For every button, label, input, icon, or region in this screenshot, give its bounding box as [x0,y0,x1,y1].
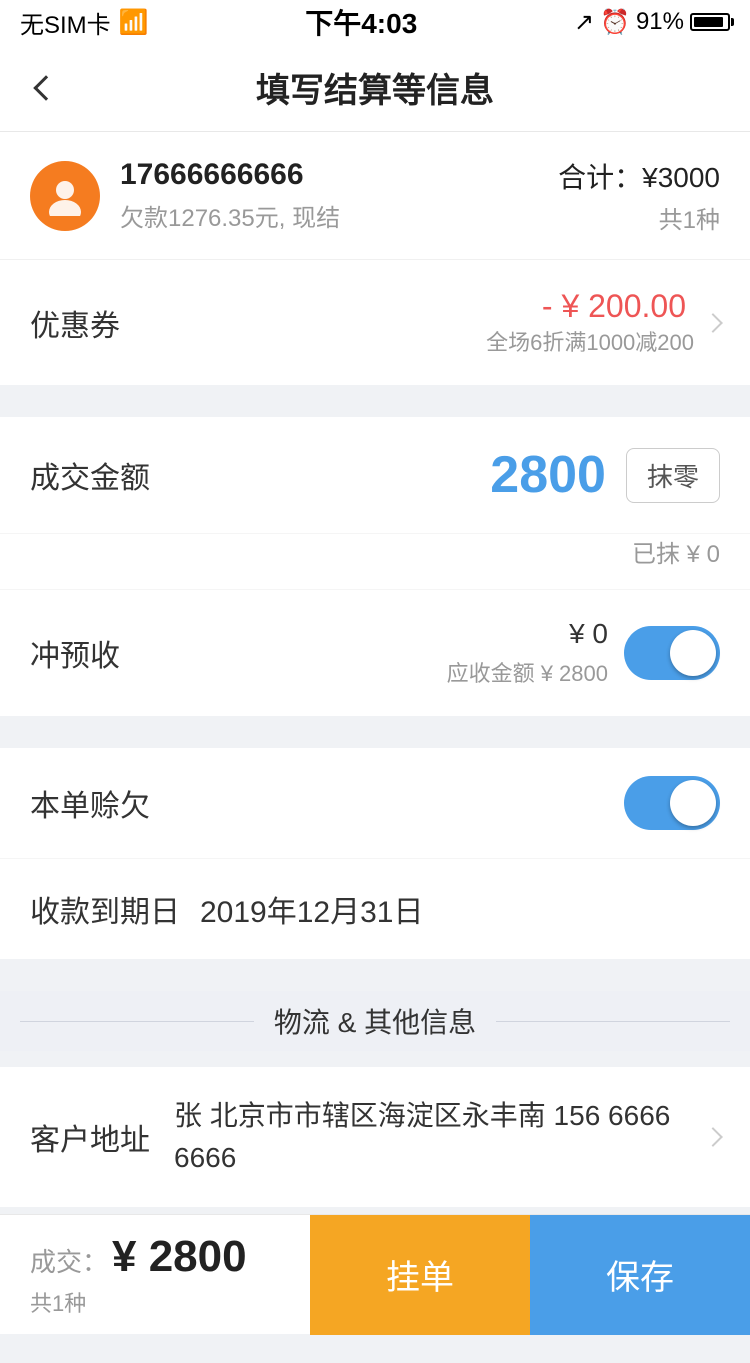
wifi-icon: 📶 [119,8,149,37]
deal-amount-row: 成交金额 2800 抹零 已抹 ¥ 0 [0,417,750,589]
customer-info: 17666666666 欠款1276.35元, 现结 [120,158,558,233]
coupon-discount: - ¥ 200.00 [486,288,686,325]
status-bar: 无SIM卡 📶 下午4:03 ↗ ⏰ 91% [0,0,750,44]
bottom-deal-label: 成交： [30,1242,108,1279]
page-title: 填写结算等信息 [256,63,494,112]
bottom-bar: 成交： ¥ 2800 共1种 挂单 保存 [0,1214,750,1334]
coupon-right: - ¥ 200.00 全场6折满1000减200 [486,288,720,357]
avatar-icon [45,176,85,216]
prepay-toggle-knob [670,630,716,676]
deal-amount-number: 2800 [490,445,606,505]
section-divider: 物流 & 其他信息 [0,991,750,1051]
coupon-desc: 全场6折满1000减200 [486,325,694,357]
carrier-text: 无SIM卡 [20,5,111,40]
bottom-count: 共1种 [30,1286,280,1318]
deal-amount-card: 成交金额 2800 抹零 已抹 ¥ 0 冲预收 ¥ 0 应收金额 ¥ 2800 [0,417,750,716]
avatar [30,161,100,231]
prepay-toggle[interactable] [624,626,720,680]
save-button[interactable]: 保存 [530,1215,750,1335]
bottom-summary: 成交： ¥ 2800 共1种 [0,1232,310,1318]
separator-2 [0,732,750,748]
battery-percent: 91% [636,8,684,36]
debt-toggle[interactable] [624,776,720,830]
separator-1 [0,401,750,417]
deal-amount-sub-row: 已抹 ¥ 0 [0,534,750,589]
status-right: ↗ ⏰ 91% [574,8,730,37]
deal-amount-sub: 已抹 ¥ 0 [632,534,720,569]
main-content: 17666666666 欠款1276.35元, 现结 合计：¥3000 共1种 … [0,132,750,1363]
divider-line-right [496,1021,730,1022]
prepay-amount-sub: 应收金额 ¥ 2800 [447,656,608,688]
customer-phone: 17666666666 [120,158,558,192]
customer-total: 合计：¥3000 共1种 [558,156,720,235]
back-button[interactable] [0,44,80,132]
battery-fill [694,17,723,27]
customer-card: 17666666666 欠款1276.35元, 现结 合计：¥3000 共1种 … [0,132,750,385]
amount-right: 2800 抹零 [490,445,720,505]
nav-bar: 填写结算等信息 [0,44,750,132]
address-card: 客户地址 张 北京市市辖区海淀区永丰南 156 6666 6666 [0,1067,750,1207]
due-date-label: 收款到期日 [30,887,180,931]
location-icon: ↗ [574,8,594,37]
address-row[interactable]: 客户地址 张 北京市市辖区海淀区永丰南 156 6666 6666 [0,1067,750,1207]
prepay-label: 冲预收 [30,631,120,675]
debt-toggle-row: 本单赊欠 [0,748,750,858]
divider-line-left [20,1021,254,1022]
round-zero-button[interactable]: 抹零 [626,448,720,503]
prepay-amount: ¥ 0 [569,618,608,650]
customer-row: 17666666666 欠款1276.35元, 现结 合计：¥3000 共1种 [0,132,750,259]
alarm-icon: ⏰ [600,8,630,37]
due-date-value: 2019年12月31日 [200,887,423,931]
coupon-label: 优惠券 [30,301,120,345]
due-date-row: 收款到期日 2019年12月31日 [0,858,750,959]
customer-sub: 欠款1276.35元, 现结 [120,198,558,233]
debt-toggle-knob [670,780,716,826]
separator-3 [0,975,750,991]
prepay-right: ¥ 0 应收金额 ¥ 2800 [447,618,608,688]
coupon-row[interactable]: 优惠券 - ¥ 200.00 全场6折满1000减200 [0,259,750,385]
hold-button[interactable]: 挂单 [310,1215,530,1335]
deal-amount-label: 成交金额 [30,453,150,497]
battery-icon [690,13,730,31]
prepay-info: 冲预收 [30,631,120,675]
separator-4 [0,1051,750,1067]
status-left: 无SIM卡 📶 [20,5,149,40]
address-label: 客户地址 [30,1115,150,1159]
address-value: 张 北京市市辖区海淀区永丰南 156 6666 6666 [174,1095,694,1179]
address-chevron-icon [703,1127,723,1147]
debt-toggle-label: 本单赊欠 [30,781,608,825]
total-sub: 共1种 [558,200,720,235]
amount-main-row: 成交金额 2800 抹零 [0,417,750,534]
bottom-amount: ¥ 2800 [112,1232,247,1282]
total-amount: 合计：¥3000 [558,156,720,196]
status-time: 下午4:03 [305,2,417,42]
back-arrow-icon [33,75,58,100]
coupon-chevron-icon [703,313,723,333]
prepay-row: 冲预收 ¥ 0 应收金额 ¥ 2800 [0,589,750,716]
section-divider-text: 物流 & 其他信息 [274,1001,476,1041]
debt-card: 本单赊欠 收款到期日 2019年12月31日 [0,748,750,959]
